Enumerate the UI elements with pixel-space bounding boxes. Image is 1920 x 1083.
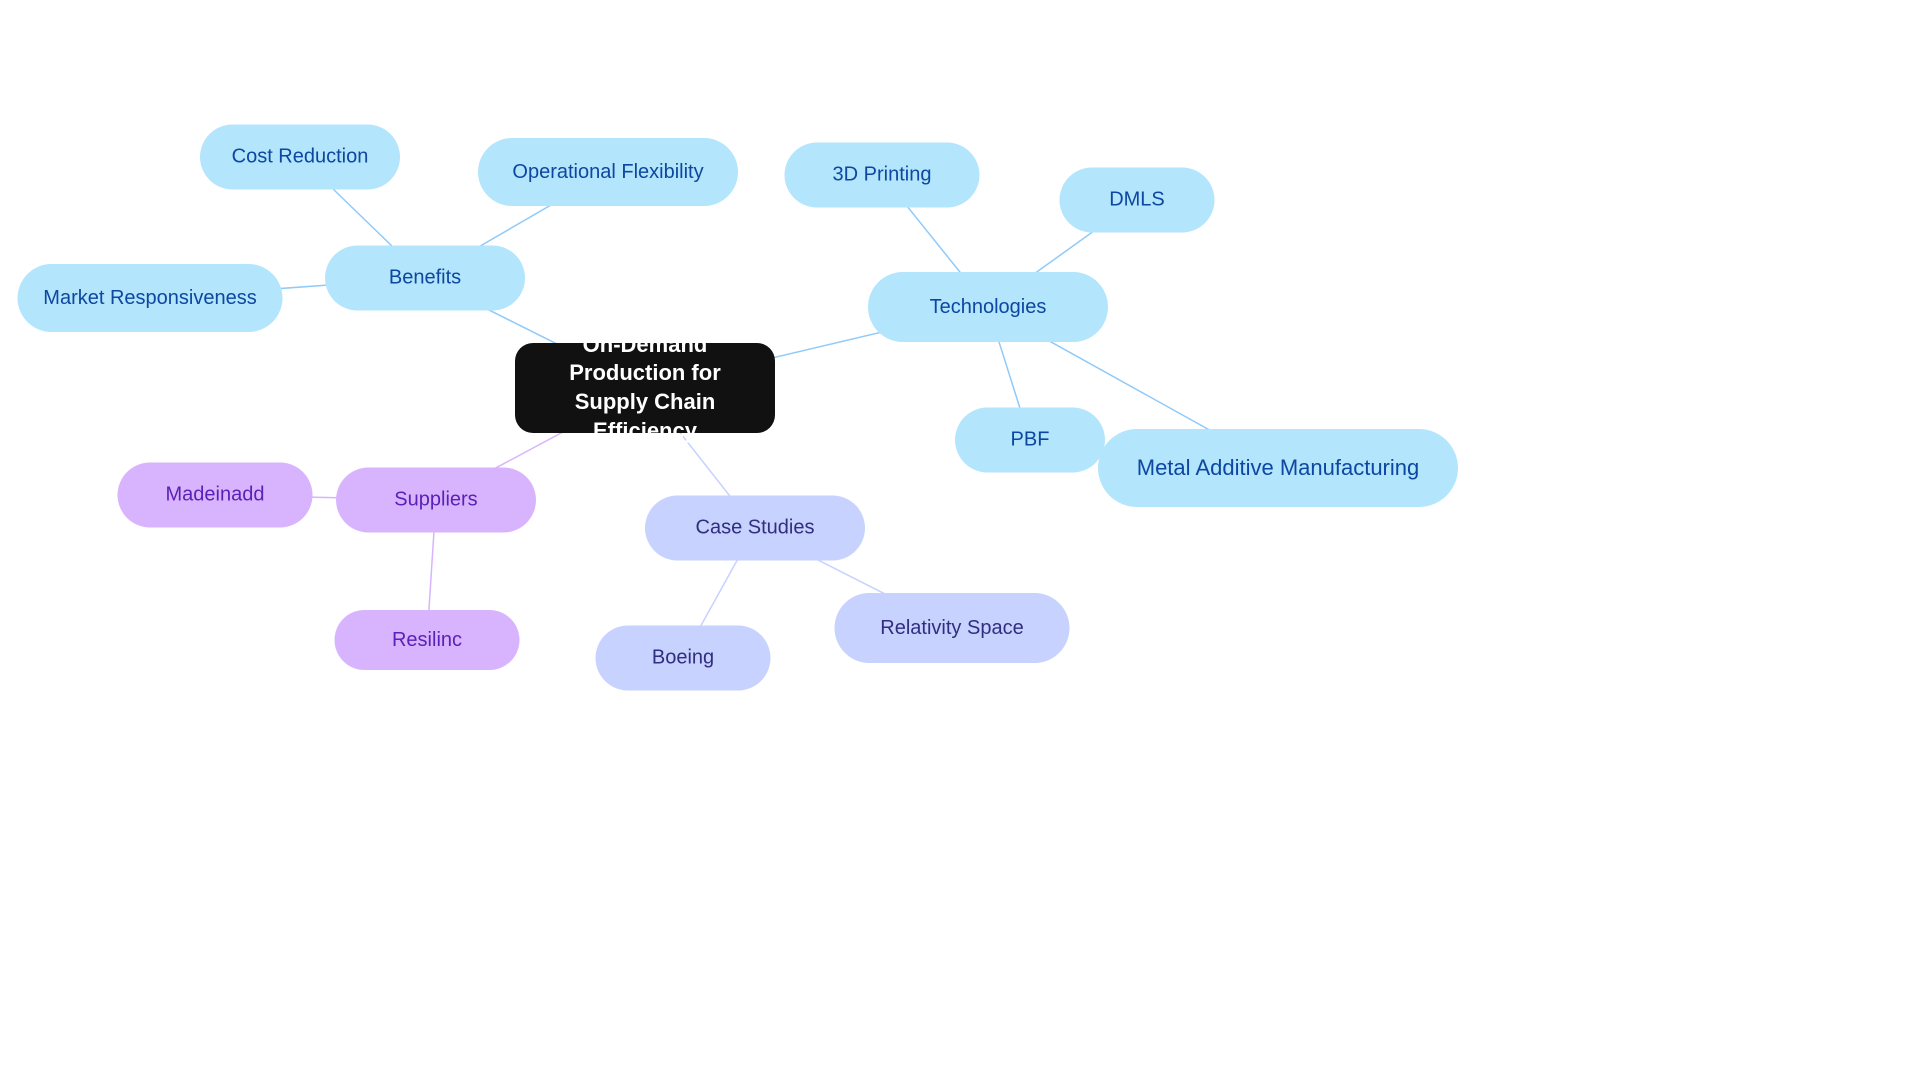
case-studies-node: Case Studies bbox=[645, 496, 865, 561]
technologies-node: Technologies bbox=[868, 272, 1108, 342]
operational-flexibility-label: Operational Flexibility bbox=[512, 161, 703, 184]
benefits-label: Benefits bbox=[389, 267, 461, 290]
market-responsiveness-label: Market Responsiveness bbox=[43, 287, 256, 310]
dmls-node: DMLS bbox=[1060, 168, 1215, 233]
printing-3d-label: 3D Printing bbox=[833, 164, 932, 187]
cost-reduction-label: Cost Reduction bbox=[232, 146, 369, 169]
printing-3d-node: 3D Printing bbox=[785, 143, 980, 208]
relativity-space-label: Relativity Space bbox=[880, 617, 1023, 640]
metal-additive-label: Metal Additive Manufacturing bbox=[1137, 455, 1420, 481]
benefits-node: Benefits bbox=[325, 246, 525, 311]
pbf-label: PBF bbox=[1011, 429, 1050, 452]
market-responsiveness-node: Market Responsiveness bbox=[18, 264, 283, 332]
center-node: On-Demand Production for Supply Chain Ef… bbox=[515, 343, 775, 433]
metal-additive-node: Metal Additive Manufacturing bbox=[1098, 429, 1458, 507]
relativity-space-node: Relativity Space bbox=[835, 593, 1070, 663]
boeing-node: Boeing bbox=[596, 626, 771, 691]
madeinadd-label: Madeinadd bbox=[166, 484, 265, 507]
suppliers-label: Suppliers bbox=[394, 489, 477, 512]
dmls-label: DMLS bbox=[1109, 189, 1165, 212]
operational-flexibility-node: Operational Flexibility bbox=[478, 138, 738, 206]
resilinc-label: Resilinc bbox=[392, 629, 462, 652]
cost-reduction-node: Cost Reduction bbox=[200, 125, 400, 190]
suppliers-node: Suppliers bbox=[336, 468, 536, 533]
resilinc-node: Resilinc bbox=[335, 610, 520, 670]
pbf-node: PBF bbox=[955, 408, 1105, 473]
technologies-label: Technologies bbox=[930, 296, 1047, 319]
center-label: On-Demand Production for Supply Chain Ef… bbox=[535, 331, 755, 445]
case-studies-label: Case Studies bbox=[696, 517, 815, 540]
boeing-label: Boeing bbox=[652, 647, 714, 670]
madeinadd-node: Madeinadd bbox=[118, 463, 313, 528]
